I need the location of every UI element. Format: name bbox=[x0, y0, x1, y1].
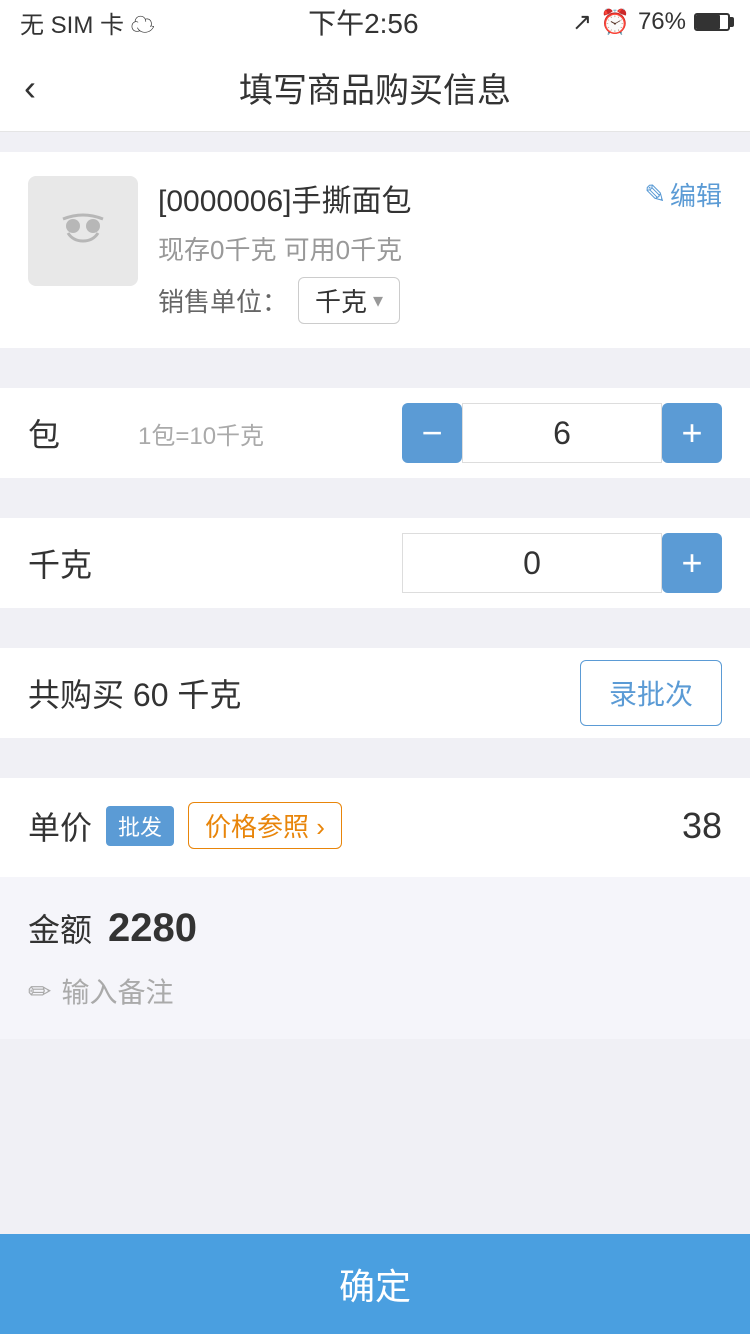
unit-value: 千克 bbox=[315, 282, 367, 319]
price-type-tag: 批发 bbox=[106, 806, 174, 846]
battery-icon bbox=[694, 13, 730, 31]
pack-row: 包 1包=10千克 − + bbox=[0, 388, 750, 478]
nav-bar: ‹ 填写商品购买信息 bbox=[0, 44, 750, 132]
kg-label: 千克 bbox=[28, 540, 128, 586]
unit-label: 销售单位： bbox=[158, 282, 288, 319]
batch-record-button[interactable]: 录批次 bbox=[580, 660, 722, 726]
status-right: ↗ ⏰ 76% bbox=[572, 8, 730, 37]
edit-label: 编辑 bbox=[670, 176, 722, 213]
price-value: 38 bbox=[682, 805, 722, 847]
product-name: [0000006]手撕面包 bbox=[158, 176, 722, 220]
pack-section: 包 1包=10千克 − + bbox=[0, 388, 750, 478]
amount-value: 2280 bbox=[108, 906, 197, 951]
pack-sublabel: 1包=10千克 bbox=[138, 416, 264, 451]
product-thumbnail bbox=[28, 176, 138, 286]
pack-label: 包 bbox=[28, 410, 128, 456]
alarm-icon: ⏰ bbox=[600, 8, 630, 37]
pack-increment-button[interactable]: + bbox=[662, 403, 722, 463]
sim-label: 无 SIM 卡 ☁ bbox=[20, 5, 155, 40]
remark-placeholder: 输入备注 bbox=[61, 971, 173, 1011]
product-unit-row: 销售单位： 千克 ▾ bbox=[158, 277, 722, 324]
remark-icon: ✏ bbox=[28, 975, 51, 1008]
pack-controls: − + bbox=[402, 403, 722, 463]
pack-quantity-input[interactable] bbox=[462, 403, 662, 463]
back-button[interactable]: ‹ bbox=[24, 67, 36, 109]
kg-section: 千克 + bbox=[0, 518, 750, 608]
page-title: 填写商品购买信息 bbox=[239, 63, 511, 112]
pack-decrement-button[interactable]: − bbox=[402, 403, 462, 463]
unit-selector[interactable]: 千克 ▾ bbox=[298, 277, 400, 324]
status-bar: 无 SIM 卡 ☁ 下午2:56 ↗ ⏰ 76% bbox=[0, 0, 750, 44]
price-reference-button[interactable]: 价格参照 › bbox=[188, 802, 342, 849]
status-time: 下午2:56 bbox=[308, 2, 419, 42]
location-icon: ↗ bbox=[572, 8, 592, 37]
kg-increment-button[interactable]: + bbox=[662, 533, 722, 593]
product-stock: 现存0千克 可用0千克 bbox=[158, 230, 722, 267]
kg-row: 千克 + bbox=[0, 518, 750, 608]
amount-section: 金额 2280 ✏ 输入备注 bbox=[0, 877, 750, 1039]
price-row: 单价 批发 价格参照 › 38 bbox=[28, 802, 722, 849]
amount-row: 金额 2280 bbox=[28, 905, 722, 951]
kg-controls: + bbox=[402, 533, 722, 593]
amount-label: 金额 bbox=[28, 905, 92, 951]
battery-label: 76% bbox=[638, 8, 686, 36]
kg-quantity-input[interactable] bbox=[402, 533, 662, 593]
product-card: [0000006]手撕面包 现存0千克 可用0千克 销售单位： 千克 ▾ ✎ 编… bbox=[0, 152, 750, 348]
confirm-button[interactable]: 确定 bbox=[0, 1234, 750, 1334]
summary-text: 共购买 60 千克 bbox=[28, 670, 241, 716]
product-info: [0000006]手撕面包 现存0千克 可用0千克 销售单位： 千克 ▾ bbox=[158, 176, 722, 324]
status-left: 无 SIM 卡 ☁ bbox=[20, 5, 155, 40]
chevron-down-icon: ▾ bbox=[373, 288, 383, 313]
product-logo-icon bbox=[53, 201, 113, 261]
remark-row[interactable]: ✏ 输入备注 bbox=[28, 971, 722, 1039]
price-label: 单价 bbox=[28, 803, 92, 849]
price-section: 单价 批发 价格参照 › 38 bbox=[0, 778, 750, 877]
edit-icon: ✎ bbox=[644, 179, 666, 210]
summary-row: 共购买 60 千克 录批次 bbox=[0, 648, 750, 738]
edit-button[interactable]: ✎ 编辑 bbox=[644, 176, 722, 213]
